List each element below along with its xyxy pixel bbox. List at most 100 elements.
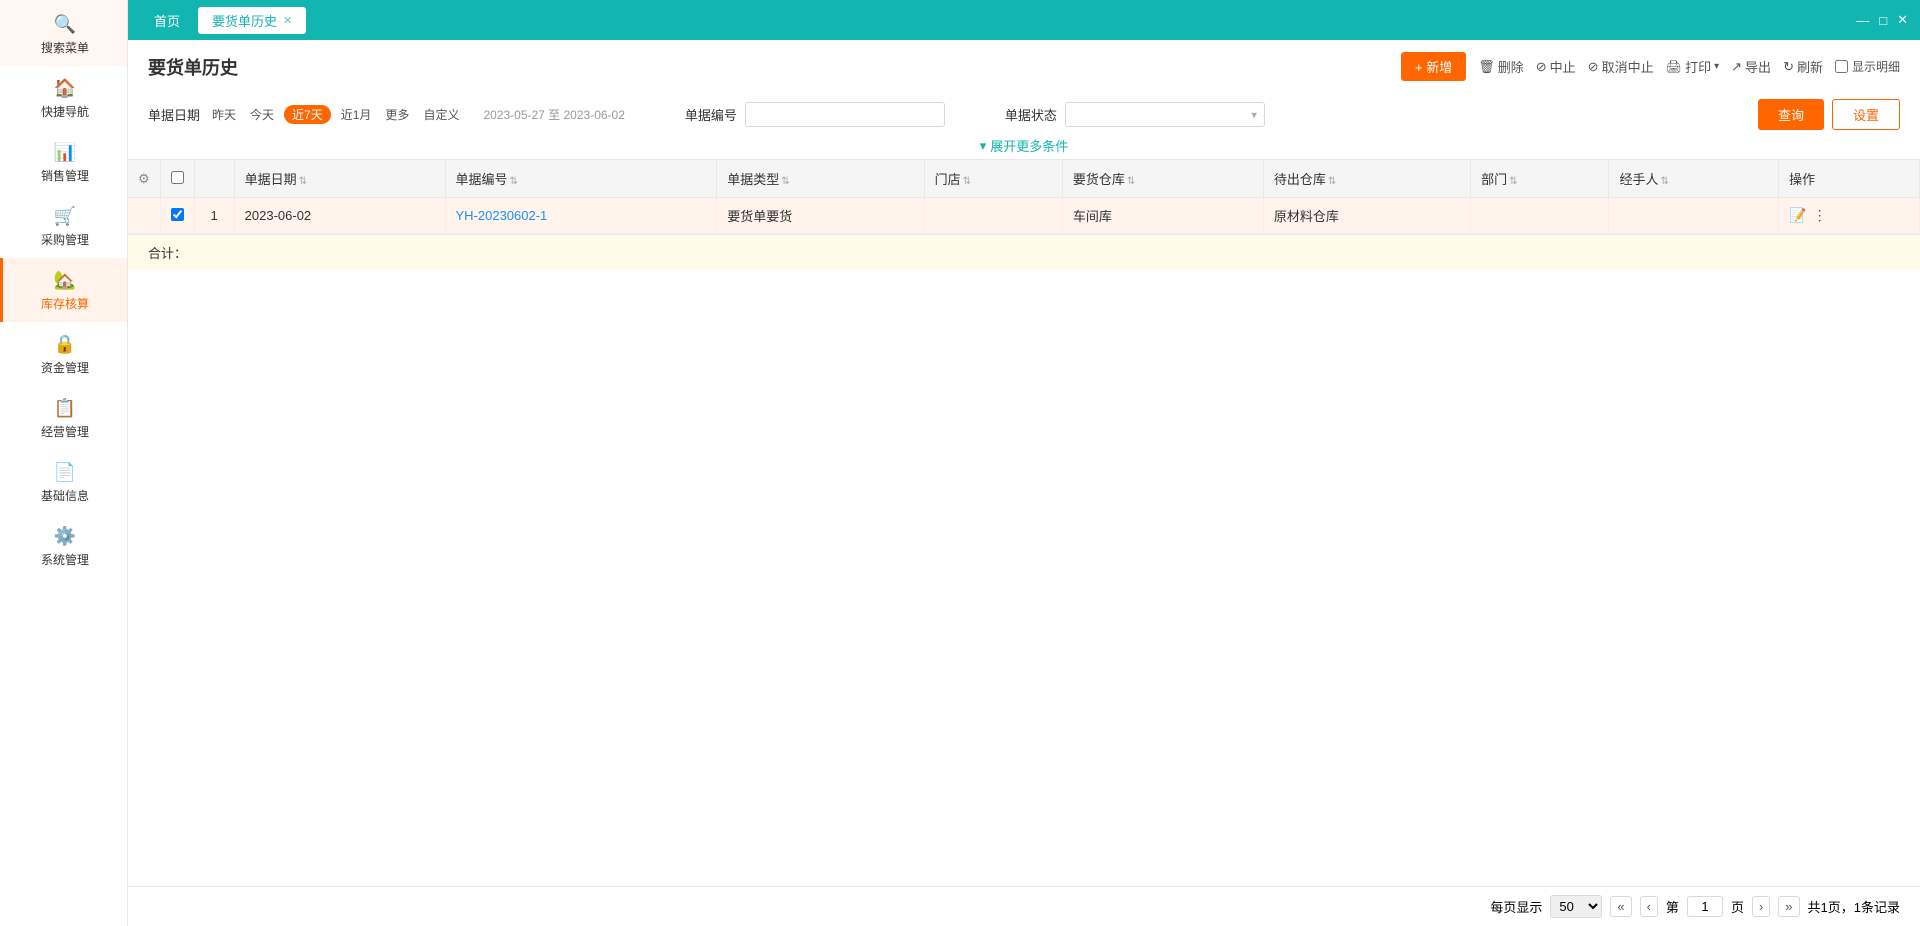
date-btn-7days[interactable]: 近7天 <box>284 105 331 124</box>
cancel-stop-button[interactable]: ⊘ 取消中止 <box>1588 57 1654 76</box>
sidebar-item-label: 系统管理 <box>41 551 89 568</box>
sidebar-item-search-menu[interactable]: 🔍 搜索菜单 <box>0 0 127 66</box>
page-suffix: 页 <box>1731 897 1744 916</box>
toolbar: + 新增 🗑 删除 ⊘ 中止 ⊘ 取消中止 🖨 打 <box>1401 52 1900 81</box>
tab-requisition-history[interactable]: 要货单历史 ✕ <box>198 7 306 34</box>
date-btn-yesterday[interactable]: 昨天 <box>208 105 240 124</box>
sidebar-item-label: 快捷导航 <box>41 103 89 120</box>
sales-icon: 📊 <box>54 142 76 163</box>
topbar: 首页 要货单历史 ✕ — □ ✕ <box>128 0 1920 40</box>
tab-close-icon[interactable]: ✕ <box>283 14 292 27</box>
doc-status-select[interactable] <box>1065 102 1265 127</box>
doc-no-input[interactable] <box>745 102 945 127</box>
table-footer: 合计： <box>128 234 1920 270</box>
table-row[interactable]: 1 2023-06-02 YH-20230602-1 要货单要货 车间库 原材料… <box>128 198 1920 234</box>
sidebar-item-system[interactable]: ⚙️ 系统管理 <box>0 514 127 578</box>
tab-home[interactable]: 首页 <box>140 7 194 34</box>
more-icon[interactable]: ⋮ <box>1813 207 1827 224</box>
last-page-btn[interactable]: » <box>1778 896 1799 917</box>
query-button[interactable]: 查询 <box>1758 99 1824 130</box>
search-menu-icon: 🔍 <box>54 14 76 35</box>
row-pending-warehouse: 原材料仓库 <box>1263 198 1470 234</box>
row-num: 1 <box>194 198 234 234</box>
purchase-icon: 🛒 <box>54 206 76 227</box>
tab-requisition-history-label: 要货单历史 <box>212 11 277 30</box>
quick-nav-icon: 🏠 <box>54 78 76 99</box>
col-pending-warehouse[interactable]: 待出仓库⇅ <box>1263 160 1470 198</box>
expand-filter-btn[interactable]: ▾ 展开更多条件 <box>980 136 1069 155</box>
sidebar-item-sales[interactable]: 📊 销售管理 <box>0 130 127 194</box>
col-operation: 操作 <box>1779 160 1920 198</box>
sidebar-item-finance[interactable]: 🔒 资金管理 <box>0 322 127 386</box>
row-department <box>1471 198 1609 234</box>
col-settings[interactable]: ⚙ <box>128 160 160 198</box>
col-checkbox <box>160 160 194 198</box>
date-btn-custom[interactable]: 自定义 <box>419 105 463 124</box>
cancel-stop-icon: ⊘ <box>1588 59 1599 75</box>
sidebar-item-label: 基础信息 <box>41 487 89 504</box>
doc-status-label: 单据状态 <box>1005 105 1057 124</box>
edit-icon[interactable]: 📝 <box>1789 207 1806 224</box>
window-minimize-btn[interactable]: — <box>1856 13 1869 28</box>
per-page-select[interactable]: 10 20 50 100 <box>1550 895 1602 918</box>
sidebar-item-basic-info[interactable]: 📄 基础信息 <box>0 450 127 514</box>
first-page-btn[interactable]: « <box>1610 896 1631 917</box>
col-doc-no[interactable]: 单据编号⇅ <box>445 160 717 198</box>
row-doc-no[interactable]: YH-20230602-1 <box>445 198 717 234</box>
show-detail-checkbox[interactable] <box>1835 60 1848 73</box>
sidebar-item-inventory[interactable]: 🏡 库存核算 <box>0 258 127 322</box>
print-button[interactable]: 🖨 打印 ▾ <box>1666 57 1720 76</box>
basic-info-icon: 📄 <box>54 462 76 483</box>
row-select-checkbox[interactable] <box>171 208 184 221</box>
show-detail-toggle[interactable]: 显示明细 <box>1835 58 1900 75</box>
sidebar-item-label: 搜索菜单 <box>41 39 89 56</box>
sidebar: 🔍 搜索菜单 🏠 快捷导航 📊 销售管理 🛒 采购管理 🏡 库存核算 🔒 资金管… <box>0 0 128 926</box>
stop-icon: ⊘ <box>1536 59 1547 75</box>
doc-no-link[interactable]: YH-20230602-1 <box>456 208 548 223</box>
date-filter: 单据日期 昨天 今天 近7天 近1月 更多 自定义 <box>148 105 463 124</box>
row-doc-date: 2023-06-02 <box>234 198 445 234</box>
page-label: 第 <box>1666 897 1679 916</box>
chevron-down-icon: ▾ <box>980 138 987 154</box>
doc-no-filter: 单据编号 <box>685 102 945 127</box>
settings-button[interactable]: 设置 <box>1832 99 1900 130</box>
sidebar-item-quick-nav[interactable]: 🏠 快捷导航 <box>0 66 127 130</box>
col-department[interactable]: 部门⇅ <box>1471 160 1609 198</box>
refresh-button[interactable]: ↻ 刷新 <box>1783 57 1823 76</box>
export-button[interactable]: ↗ 导出 <box>1731 57 1771 76</box>
row-settings <box>128 198 160 234</box>
doc-no-label: 单据编号 <box>685 105 737 124</box>
show-detail-label: 显示明细 <box>1852 58 1900 75</box>
col-doc-type[interactable]: 单据类型⇅ <box>717 160 924 198</box>
delete-icon: 🗑 <box>1478 59 1495 75</box>
doc-status-filter: 单据状态 <box>1005 102 1265 127</box>
prev-page-btn[interactable]: ‹ <box>1640 896 1658 917</box>
next-page-btn[interactable]: › <box>1752 896 1770 917</box>
sidebar-item-label: 资金管理 <box>41 359 89 376</box>
new-button[interactable]: + 新增 <box>1401 52 1466 81</box>
col-req-warehouse[interactable]: 要货仓库⇅ <box>1062 160 1263 198</box>
col-handler[interactable]: 经手人⇅ <box>1609 160 1779 198</box>
filter-action-btns: 查询 设置 <box>1758 99 1900 130</box>
col-doc-date[interactable]: 单据日期⇅ <box>234 160 445 198</box>
col-store[interactable]: 门店⇅ <box>924 160 1062 198</box>
page-number-input[interactable] <box>1687 896 1723 917</box>
window-maximize-btn[interactable]: □ <box>1879 13 1887 28</box>
main: 首页 要货单历史 ✕ — □ ✕ 要货单历史 + 新增 🗑 删除 <box>128 0 1920 926</box>
export-icon: ↗ <box>1731 59 1742 75</box>
date-btn-more[interactable]: 更多 <box>381 105 413 124</box>
row-checkbox[interactable] <box>160 198 194 234</box>
stop-button[interactable]: ⊘ 中止 <box>1536 57 1576 76</box>
date-btn-today[interactable]: 今天 <box>246 105 278 124</box>
row-handler <box>1609 198 1779 234</box>
sidebar-item-label: 经营管理 <box>41 423 89 440</box>
sidebar-item-operations[interactable]: 📋 经营管理 <box>0 386 127 450</box>
page-title: 要货单历史 <box>148 54 238 80</box>
select-all-checkbox[interactable] <box>171 171 184 184</box>
refresh-icon: ↻ <box>1783 59 1794 75</box>
finance-icon: 🔒 <box>54 334 76 355</box>
sidebar-item-purchase[interactable]: 🛒 采购管理 <box>0 194 127 258</box>
delete-button[interactable]: 🗑 删除 <box>1478 57 1524 76</box>
window-close-btn[interactable]: ✕ <box>1897 12 1908 28</box>
date-btn-1month[interactable]: 近1月 <box>337 105 376 124</box>
